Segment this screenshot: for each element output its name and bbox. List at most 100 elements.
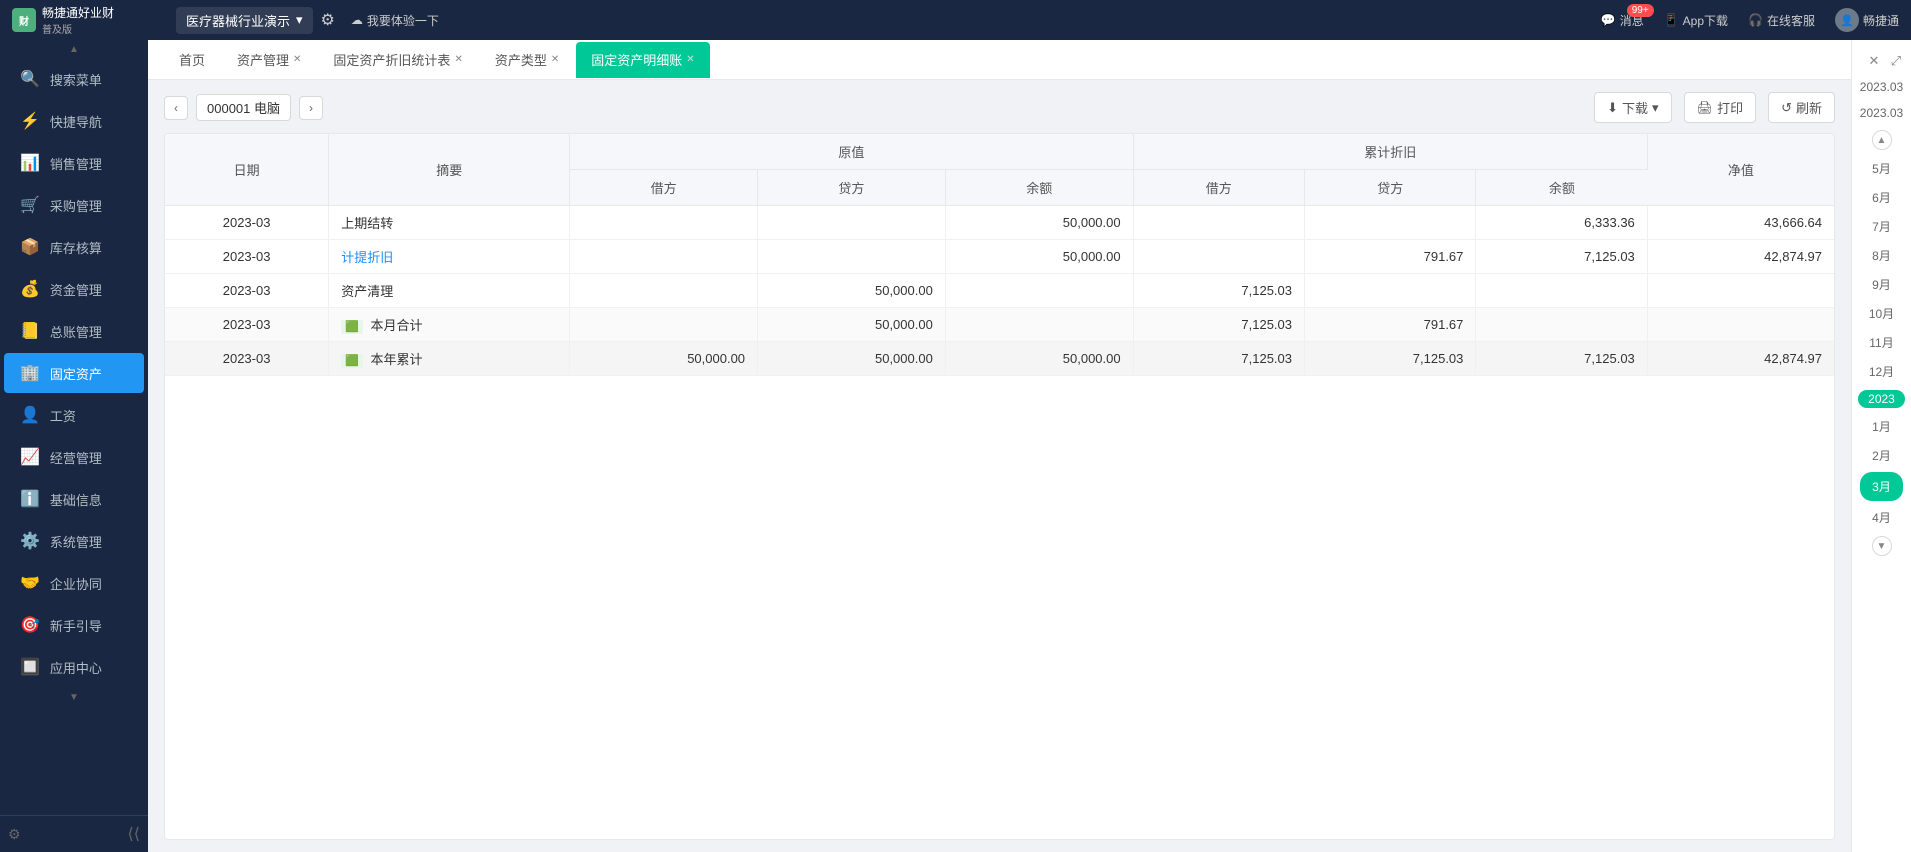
experience-btn[interactable]: ☁ 我要体验一下 xyxy=(351,12,439,29)
sidebar-item-search[interactable]: 🔍 搜索菜单 xyxy=(4,59,144,99)
sidebar-item-fixed-assets[interactable]: 🏢 固定资产 xyxy=(4,353,144,393)
timeline-month-11[interactable]: 11月 xyxy=(1852,328,1911,357)
download-btn[interactable]: ⬇ 下载 ▾ xyxy=(1594,92,1671,123)
timeline-scroll-down[interactable]: ▼ xyxy=(1872,536,1892,556)
tab-home[interactable]: 首页 xyxy=(164,42,220,78)
main-layout: ▲ 🔍 搜索菜单 ⚡ 快捷导航 📊 销售管理 🛒 采购管理 📦 库存核算 💰 资… xyxy=(0,40,1911,852)
timeline-month-9[interactable]: 9月 xyxy=(1852,270,1911,299)
app-edition: 普及版 xyxy=(42,21,114,36)
tab-depreciation-stats[interactable]: 固定资产折旧统计表 ✕ xyxy=(318,42,477,78)
tab-close-icon[interactable]: ✕ xyxy=(454,54,462,65)
refresh-btn[interactable]: ↺ 刷新 xyxy=(1768,92,1835,123)
ledger-icon: 📒 xyxy=(20,321,40,341)
cell-debit1 xyxy=(570,240,758,274)
prev-asset-btn[interactable]: ‹ xyxy=(164,96,188,120)
sidebar-item-guide[interactable]: 🎯 新手引导 xyxy=(4,605,144,645)
cell-date: 2023-03 xyxy=(165,240,329,274)
sidebar-scroll-down[interactable]: ▼ xyxy=(0,688,148,706)
sales-icon: 📊 xyxy=(20,153,40,173)
sidebar-item-label: 系统管理 xyxy=(50,532,102,551)
cloud-icon: ☁ xyxy=(351,13,363,27)
cell-debit1: 50,000.00 xyxy=(570,342,758,376)
timeline-entry-top[interactable]: 2023.03 xyxy=(1852,74,1911,100)
cell-summary: 🟩 本年累计 xyxy=(329,342,570,376)
expand-panel-icon[interactable]: ⤢ xyxy=(1887,52,1905,70)
sidebar-item-basic-info[interactable]: ℹ️ 基础信息 xyxy=(4,479,144,519)
timeline-scroll-up[interactable]: ▲ xyxy=(1872,130,1892,150)
dropdown-icon: ▾ xyxy=(296,12,303,28)
cell-date: 2023-03 xyxy=(165,308,329,342)
settings-icon[interactable]: ⚙ xyxy=(321,10,335,30)
cell-debit1 xyxy=(570,206,758,240)
cell-credit2 xyxy=(1305,206,1476,240)
collapse-icon[interactable]: ⟨⟨ xyxy=(128,824,140,844)
timeline-month-6[interactable]: 6月 xyxy=(1852,183,1911,212)
timeline-month-1[interactable]: 1月 xyxy=(1852,412,1911,441)
timeline-month-3[interactable]: 3月 xyxy=(1860,472,1903,501)
timeline-month-7[interactable]: 7月 xyxy=(1852,212,1911,241)
tab-close-icon[interactable]: ✕ xyxy=(686,54,694,65)
sidebar-item-operations[interactable]: 📈 经营管理 xyxy=(4,437,144,477)
sub-col-credit1: 贷方 xyxy=(758,170,946,206)
timeline-entry-2023-03[interactable]: 2023.03 xyxy=(1852,100,1911,126)
sidebar-item-system[interactable]: ⚙️ 系统管理 xyxy=(4,521,144,561)
close-panel-icon[interactable]: ✕ xyxy=(1865,52,1883,70)
sidebar-item-sales[interactable]: 📊 销售管理 xyxy=(4,143,144,183)
timeline-month-12[interactable]: 12月 xyxy=(1852,357,1911,386)
logo-area: 财 畅捷通好业财 普及版 xyxy=(12,4,160,36)
cell-credit1 xyxy=(758,206,946,240)
settings-bottom-icon[interactable]: ⚙ xyxy=(8,826,21,843)
sub-col-debit1: 借方 xyxy=(570,170,758,206)
table-row-year-summary: 2023-03 🟩 本年累计 50,000.00 50,000.00 50,00… xyxy=(165,342,1834,376)
toolbar-right: ⬇ 下载 ▾ 🖨 打印 ↺ 刷新 xyxy=(1594,92,1835,123)
cell-debit1 xyxy=(570,308,758,342)
content-area: 首页 资产管理 ✕ 固定资产折旧统计表 ✕ 资产类型 ✕ 固定资产明细账 ✕ xyxy=(148,40,1851,852)
sidebar-item-app-center[interactable]: 🔲 应用中心 xyxy=(4,647,144,687)
cell-debit2 xyxy=(1133,206,1304,240)
sidebar-scroll-up[interactable]: ▲ xyxy=(0,40,148,58)
sidebar-item-label: 企业协同 xyxy=(50,574,102,593)
system-icon: ⚙️ xyxy=(20,531,40,551)
tab-close-icon[interactable]: ✕ xyxy=(293,54,301,65)
timeline-month-8[interactable]: 8月 xyxy=(1852,241,1911,270)
table-row: 2023-03 计提折旧 50,000.00 791.67 7,125.03 4… xyxy=(165,240,1834,274)
sidebar-item-enterprise[interactable]: 🤝 企业协同 xyxy=(4,563,144,603)
sidebar-item-capital[interactable]: 💰 资金管理 xyxy=(4,269,144,309)
tab-asset-detail[interactable]: 固定资产明细账 ✕ xyxy=(576,42,709,78)
year-badge[interactable]: 2023 xyxy=(1858,390,1905,408)
user-area[interactable]: 👤 畅捷通 xyxy=(1835,8,1899,32)
sidebar-item-label: 快捷导航 xyxy=(50,112,102,131)
table-row: 2023-03 资产清理 50,000.00 7,125.03 xyxy=(165,274,1834,308)
sidebar-item-purchase[interactable]: 🛒 采购管理 xyxy=(4,185,144,225)
cell-credit2 xyxy=(1305,274,1476,308)
cell-net: 42,874.97 xyxy=(1647,240,1834,274)
timeline-month-5[interactable]: 5月 xyxy=(1852,154,1911,183)
sidebar-item-inventory[interactable]: 📦 库存核算 xyxy=(4,227,144,267)
timeline-month-2[interactable]: 2月 xyxy=(1852,441,1911,470)
print-btn[interactable]: 🖨 打印 xyxy=(1684,92,1757,123)
sidebar-item-label: 库存核算 xyxy=(50,238,102,257)
cell-credit2: 791.67 xyxy=(1305,240,1476,274)
company-selector[interactable]: 医疗器械行业演示 ▾ xyxy=(176,7,313,34)
customer-service-btn[interactable]: 🎧 在线客服 xyxy=(1748,12,1815,29)
timeline-month-10[interactable]: 10月 xyxy=(1852,299,1911,328)
tab-asset-management[interactable]: 资产管理 ✕ xyxy=(222,42,316,78)
col-summary: 摘要 xyxy=(329,134,570,206)
cell-credit1: 50,000.00 xyxy=(758,274,946,308)
sidebar-item-ledger[interactable]: 📒 总账管理 xyxy=(4,311,144,351)
messages-btn[interactable]: 💬 消息 99+ xyxy=(1601,12,1644,29)
tab-close-icon[interactable]: ✕ xyxy=(551,54,559,65)
timeline-month-4[interactable]: 4月 xyxy=(1852,503,1911,532)
tab-asset-type[interactable]: 资产类型 ✕ xyxy=(480,42,574,78)
sub-col-balance1: 余额 xyxy=(945,170,1133,206)
sidebar-item-quick-nav[interactable]: ⚡ 快捷导航 xyxy=(4,101,144,141)
next-asset-btn[interactable]: › xyxy=(299,96,323,120)
print-icon: 🖨 xyxy=(1697,100,1714,116)
sidebar-item-salary[interactable]: 👤 工资 xyxy=(4,395,144,435)
cell-credit2: 791.67 xyxy=(1305,308,1476,342)
sidebar-item-label: 应用中心 xyxy=(50,658,102,677)
header-right: 💬 消息 99+ 📱 App下载 🎧 在线客服 👤 畅捷通 xyxy=(1601,8,1899,32)
app-download-btn[interactable]: 📱 App下载 xyxy=(1664,12,1728,29)
download-icon: 📱 xyxy=(1664,13,1679,27)
cell-debit2: 7,125.03 xyxy=(1133,308,1304,342)
